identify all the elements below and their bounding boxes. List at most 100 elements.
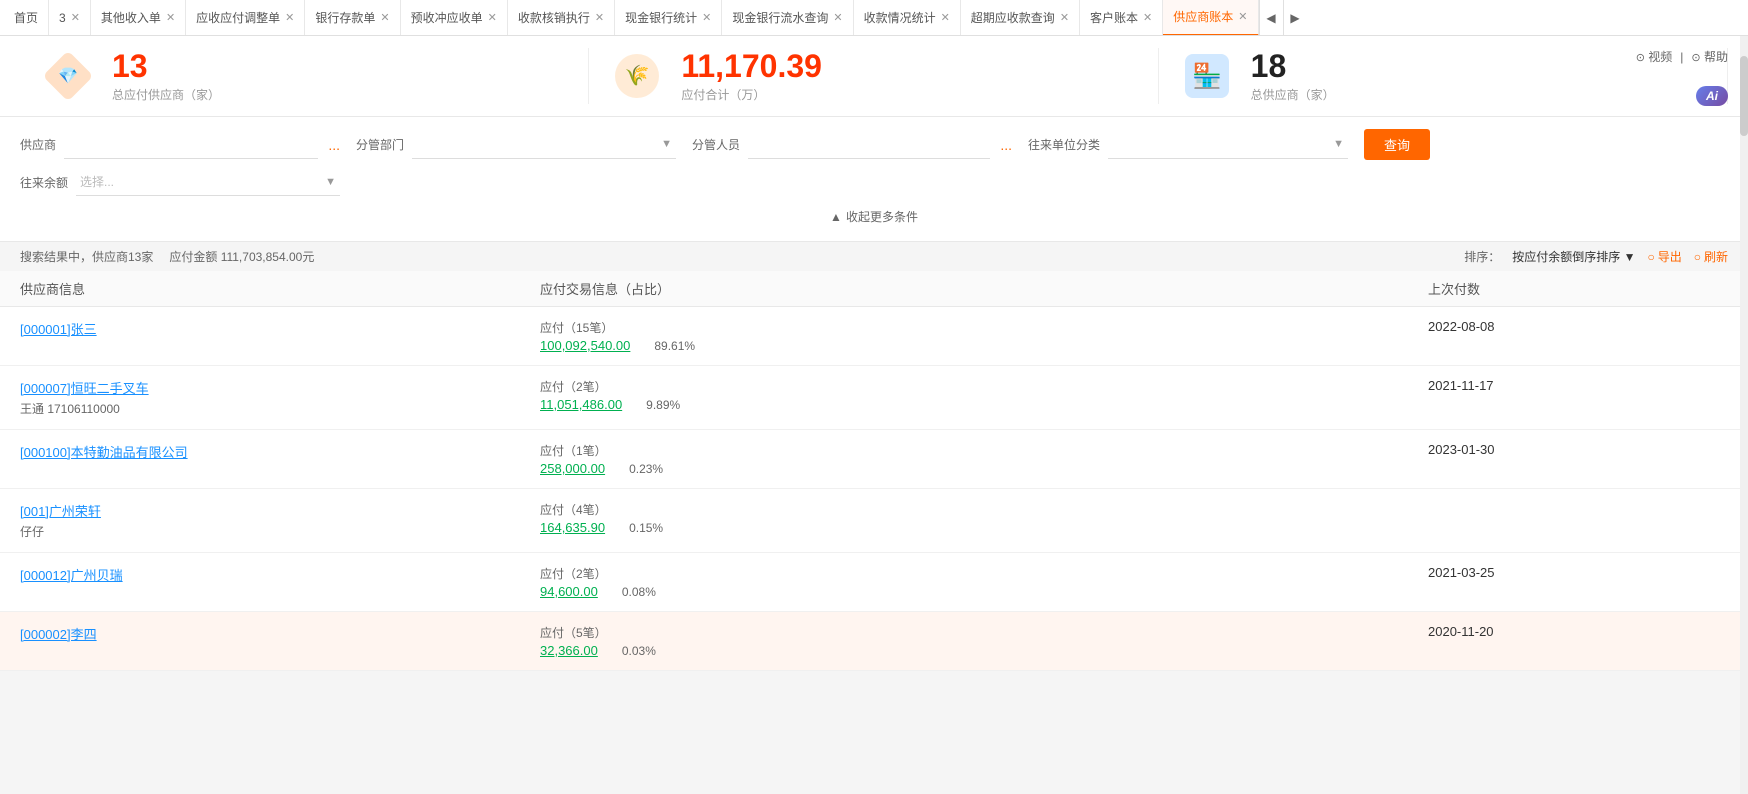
supplier-info-cell: [000100]本特勤油品有限公司: [20, 442, 540, 476]
close-tab-supplier-ledger[interactable]: ✕: [1238, 10, 1247, 23]
tx-label-0: 应付（15笔）: [540, 319, 1428, 336]
tx-percent-2: 0.23%: [629, 462, 663, 476]
supplier-info-cell: [000012]广州贝瑞: [20, 565, 540, 599]
result-actions: 排序： 按应付余额倒序排序 ▼ ○ 导出 ○ 刷新: [1464, 248, 1728, 265]
nav-tab-cash-bank-stat[interactable]: 现金银行统计 ✕: [615, 0, 722, 36]
filter-item-category: 往来单位分类 ▼: [1028, 131, 1348, 159]
nav-tab-receipt-verify[interactable]: 收款核销执行 ✕: [508, 0, 615, 36]
tx-row-3: 164,635.90 0.15%: [540, 518, 1428, 535]
table-row: [000002]李四 应付（5笔） 32,366.00 0.03% 2020-1…: [0, 612, 1748, 671]
nav-tab-customer-ledger[interactable]: 客户账本 ✕: [1080, 0, 1163, 36]
tx-info-cell: 应付（4笔） 164,635.90 0.15%: [540, 501, 1428, 540]
close-tab-customer-ledger[interactable]: ✕: [1143, 11, 1152, 24]
supplier-dots-btn[interactable]: ...: [328, 137, 340, 153]
tx-info-cell: 应付（2笔） 11,051,486.00 9.89%: [540, 378, 1428, 417]
tx-amount-4[interactable]: 94,600.00: [540, 584, 598, 599]
tx-percent-4: 0.08%: [622, 585, 656, 599]
tx-amount-1[interactable]: 11,051,486.00: [540, 397, 622, 412]
header-stats-section: 💎 13 总应付供应商（家） 🌾 11,170.39 应付合计（万） 🏪: [0, 36, 1748, 117]
nav-tab-other-income[interactable]: 其他收入单 ✕: [91, 0, 186, 36]
supplier-input[interactable]: [64, 131, 318, 159]
payable-total-label: 应付合计（万）: [681, 86, 822, 103]
tx-info-cell: 应付（2笔） 94,600.00 0.08%: [540, 565, 1428, 599]
tx-amount-3[interactable]: 164,635.90: [540, 520, 605, 535]
nav-tab-cash-bank-flow[interactable]: 现金银行流水查询 ✕: [722, 0, 853, 36]
nav-next-arrow[interactable]: ▶: [1283, 0, 1307, 36]
nav-tab-advance-ar[interactable]: 预收冲应收单 ✕: [401, 0, 508, 36]
last-pay-cell: 2021-11-17: [1428, 378, 1728, 417]
separator: |: [1680, 50, 1683, 64]
nav-tab-overdue-ar[interactable]: 超期应收款查询 ✕: [961, 0, 1080, 36]
close-tab-receipt-verify[interactable]: ✕: [595, 11, 604, 24]
stat-icon-diamond: 💎: [40, 48, 96, 104]
last-pay-cell: 2023-01-30: [1428, 442, 1728, 476]
col-supplier-info: 供应商信息: [20, 279, 540, 298]
supplier-link-2[interactable]: [000100]本特勤油品有限公司: [20, 442, 540, 461]
supplier-link-4[interactable]: [000012]广州贝瑞: [20, 565, 540, 584]
person-filter-label: 分管人员: [692, 136, 740, 153]
tx-row-5: 32,366.00 0.03%: [540, 641, 1428, 658]
tx-amount-2[interactable]: 258,000.00: [540, 461, 605, 476]
person-input[interactable]: [748, 131, 990, 159]
nav-tab-bank-deposit[interactable]: 银行存款单 ✕: [305, 0, 400, 36]
scrollbar-thumb[interactable]: [1740, 56, 1748, 136]
payable-total-value: 11,170.39: [681, 50, 822, 82]
close-tab-cash-bank-stat[interactable]: ✕: [702, 11, 711, 24]
export-btn[interactable]: ○ 导出: [1647, 248, 1681, 265]
close-tab-advance-ar[interactable]: ✕: [488, 11, 497, 24]
table-row: [000012]广州贝瑞 应付（2笔） 94,600.00 0.08% 2021…: [0, 553, 1748, 612]
total-suppliers-label: 总供应商（家）: [1251, 86, 1335, 103]
nav-tab-home[interactable]: 首页: [4, 0, 49, 36]
last-pay-5: 2020-11-20: [1428, 624, 1494, 639]
table-header-row: 供应商信息 应付交易信息（占比） 上次付数: [0, 271, 1748, 307]
tx-amount-0[interactable]: 100,092,540.00: [540, 338, 630, 353]
close-tab-receipt-stat[interactable]: ✕: [941, 11, 950, 24]
person-dots-btn[interactable]: ...: [1000, 137, 1012, 153]
nav-tab-supplier-ledger[interactable]: 供应商账本 ✕: [1163, 0, 1258, 36]
balance-select[interactable]: 选择... ▼: [76, 168, 340, 196]
stat-block-payable-total: 🌾 11,170.39 应付合计（万）: [589, 48, 1158, 104]
supplier-link-3[interactable]: [001]广州荣轩: [20, 501, 540, 520]
collapse-bar[interactable]: ▲ 收起更多条件: [20, 204, 1728, 229]
filter-item-dept: 分管部门 ▼: [356, 131, 676, 159]
supplier-link-0[interactable]: [000001]张三: [20, 319, 540, 338]
video-link[interactable]: ⊙ 视频: [1636, 48, 1673, 65]
dept-select[interactable]: ▼: [412, 131, 676, 159]
ai-badge[interactable]: Ai: [1696, 86, 1728, 106]
close-tab-3[interactable]: ✕: [71, 11, 80, 24]
tx-label-3: 应付（4笔）: [540, 501, 1428, 518]
tx-amount-5[interactable]: 32,366.00: [540, 643, 598, 658]
nav-tab-receipt-stat[interactable]: 收款情况统计 ✕: [854, 0, 961, 36]
svg-text:💎: 💎: [58, 67, 78, 85]
close-tab-cash-bank-flow[interactable]: ✕: [833, 11, 842, 24]
supplier-link-1[interactable]: [000007]恒旺二手叉车: [20, 378, 540, 397]
last-pay-2: 2023-01-30: [1428, 442, 1495, 457]
help-link[interactable]: ⊙ 帮助: [1691, 48, 1728, 65]
supplier-link-5[interactable]: [000002]李四: [20, 624, 540, 643]
col-last-pay: 上次付数: [1428, 279, 1728, 298]
filter-row-1: 供应商 ... 分管部门 ▼ 分管人员 ... 往来单位分类 ▼: [20, 129, 1728, 160]
scrollbar[interactable]: [1740, 36, 1748, 794]
close-tab-other-income[interactable]: ✕: [166, 11, 175, 24]
query-button[interactable]: 查询: [1364, 129, 1430, 160]
close-tab-bank-deposit[interactable]: ✕: [380, 11, 389, 24]
close-tab-ar-ap[interactable]: ✕: [285, 11, 294, 24]
filter-item-person: 分管人员 ...: [692, 131, 1012, 159]
tx-percent-0: 89.61%: [654, 339, 695, 353]
nav-tab-ar-ap[interactable]: 应收应付调整单 ✕: [186, 0, 305, 36]
nav-prev-arrow[interactable]: ◀: [1259, 0, 1283, 36]
stat-block-suppliers-payable: 💎 13 总应付供应商（家）: [20, 48, 589, 104]
refresh-btn[interactable]: ○ 刷新: [1694, 248, 1728, 265]
sort-label: 排序：: [1464, 248, 1500, 265]
filter-row-2: 往来余额 选择... ▼: [20, 168, 1728, 196]
filter-item-supplier: 供应商 ...: [20, 131, 340, 159]
last-pay-0: 2022-08-08: [1428, 319, 1495, 334]
sort-selector[interactable]: 按应付余额倒序排序 ▼: [1512, 248, 1635, 265]
close-tab-overdue-ar[interactable]: ✕: [1060, 11, 1069, 24]
category-chevron-icon: ▼: [1333, 138, 1344, 150]
category-select[interactable]: ▼: [1108, 131, 1348, 159]
nav-tab-3[interactable]: 3 ✕: [49, 0, 91, 36]
table-row: [000007]恒旺二手叉车 王通 17106110000 应付（2笔） 11,…: [0, 366, 1748, 430]
collapse-up-icon: ▲: [830, 210, 842, 224]
supplier-sub-3: 仔仔: [20, 523, 540, 540]
